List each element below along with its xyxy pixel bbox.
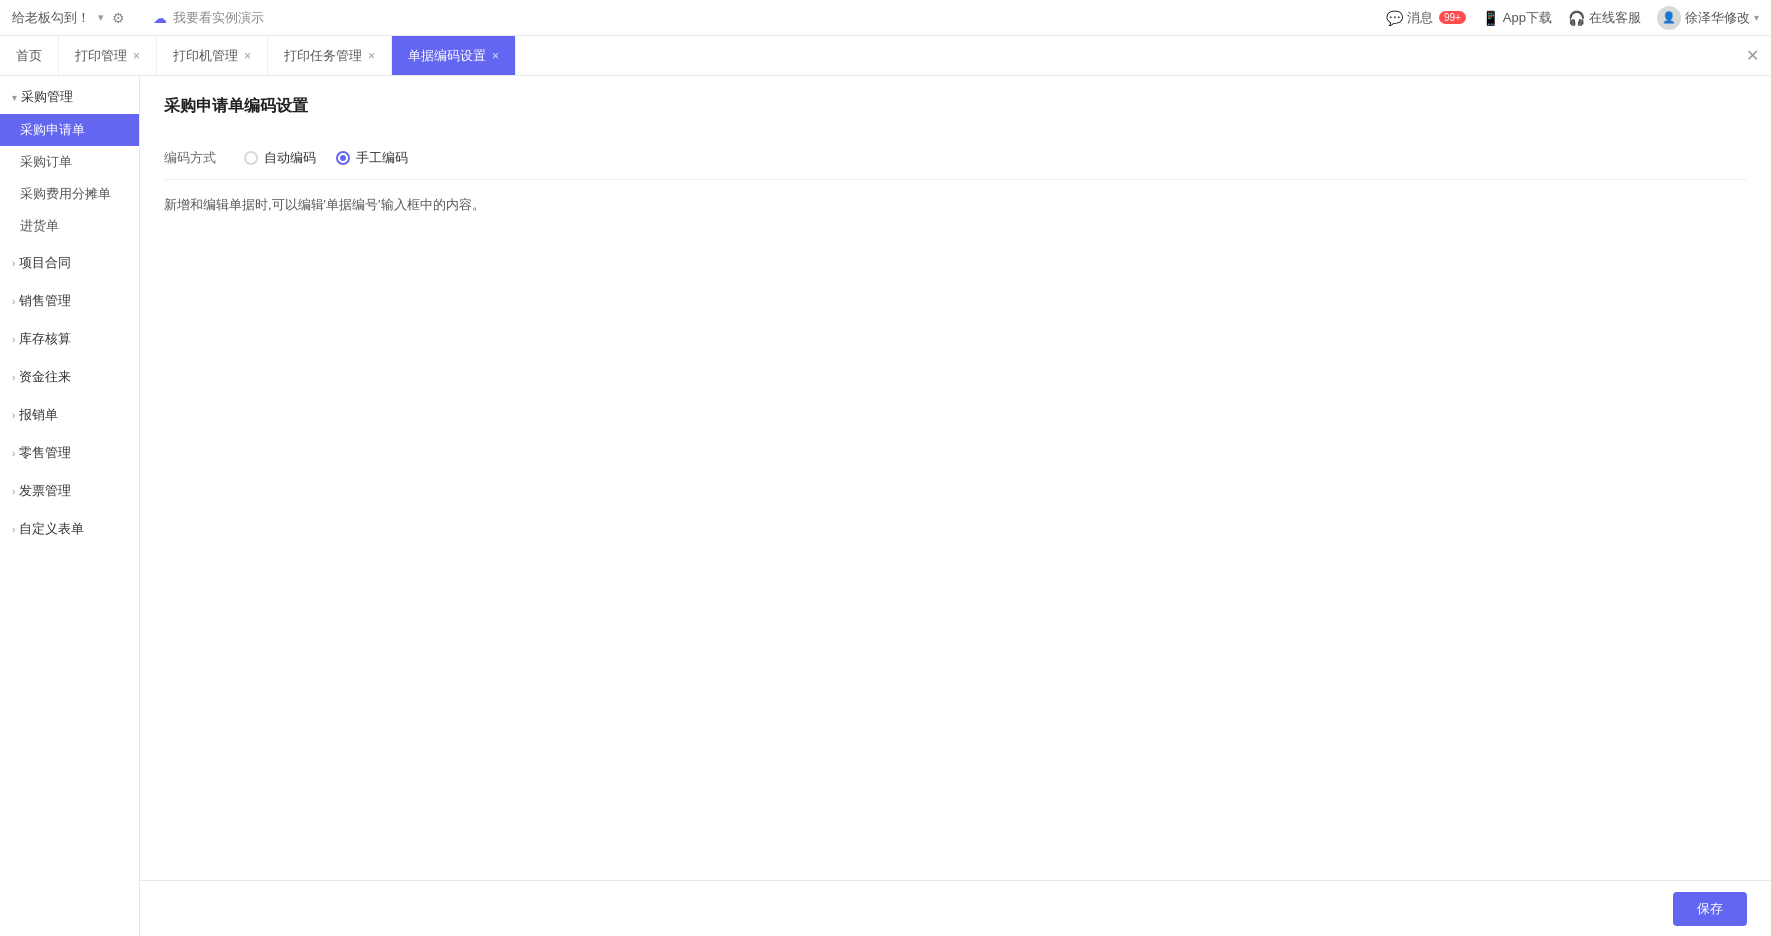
sidebar-group-purchase-mgmt: ▾ 采购管理 采购申请单 采购订单 采购费用分摊单 进货单 <box>0 80 139 242</box>
tab-bar: 首页 打印管理 × 打印机管理 × 打印任务管理 × 单据编码设置 × ✕ <box>0 36 1771 76</box>
tab-close-print-task-mgmt[interactable]: × <box>368 50 375 62</box>
sidebar-group-title-purchase-mgmt[interactable]: ▾ 采购管理 <box>0 80 139 114</box>
radio-manual-label: 手工编码 <box>356 149 408 167</box>
user-chevron-icon: ▾ <box>1754 12 1759 23</box>
sidebar-group-label-fund-flow: 资金往来 <box>19 368 71 386</box>
sidebar-group-project-contract: › 项目合同 <box>0 246 139 280</box>
radio-auto-label: 自动编码 <box>264 149 316 167</box>
encoding-row: 编码方式 自动编码 手工编码 <box>164 137 1747 180</box>
content-area: 采购申请单编码设置 编码方式 自动编码 手工编码 <box>140 76 1771 936</box>
app-download-button[interactable]: 📱 App下载 <box>1482 9 1552 27</box>
collapse-icon-fund: › <box>12 372 15 383</box>
tab-doc-code-settings[interactable]: 单据编码设置 × <box>392 36 516 75</box>
radio-manual-circle <box>336 151 350 165</box>
expand-icon: ▾ <box>12 92 17 103</box>
sidebar-group-label-invoice-mgmt: 发票管理 <box>19 482 71 500</box>
top-bar: 给老板勾到！ ▾ ⚙ ☁ 我要看实例演示 💬 消息 99+ 📱 App下载 🎧 … <box>0 0 1771 36</box>
brand-label: 给老板勾到！ <box>12 9 90 27</box>
collapse-icon-retail: › <box>12 448 15 459</box>
printer-mgmt-tab-label: 打印机管理 <box>173 47 238 65</box>
tab-printer-mgmt[interactable]: 打印机管理 × <box>157 36 268 75</box>
sidebar-group-label-retail-mgmt: 零售管理 <box>19 444 71 462</box>
sidebar-group-invoice-mgmt: › 发票管理 <box>0 474 139 508</box>
main-layout: ▾ 采购管理 采购申请单 采购订单 采购费用分摊单 进货单 › 项目合同 › 销… <box>0 76 1771 936</box>
sidebar-group-title-custom-forms[interactable]: › 自定义表单 <box>0 512 139 546</box>
online-support-label: 在线客服 <box>1589 9 1641 27</box>
radio-item-manual[interactable]: 手工编码 <box>336 149 408 167</box>
radio-auto-circle <box>244 151 258 165</box>
top-bar-right: 💬 消息 99+ 📱 App下载 🎧 在线客服 👤 徐泽华修改 ▾ <box>1386 6 1759 30</box>
sidebar-group-retail-mgmt: › 零售管理 <box>0 436 139 470</box>
sidebar-item-purchase-order[interactable]: 采购订单 <box>0 146 139 178</box>
user-name: 徐泽华修改 <box>1685 9 1750 27</box>
collapse-icon: › <box>12 258 15 269</box>
tab-close-doc-code-settings[interactable]: × <box>492 50 499 62</box>
radio-group-encoding: 自动编码 手工编码 <box>244 149 408 167</box>
sidebar-group-label-sales-mgmt: 销售管理 <box>19 292 71 310</box>
top-bar-left: 给老板勾到！ ▾ ⚙ ☁ 我要看实例演示 <box>12 9 264 27</box>
avatar: 👤 <box>1657 6 1681 30</box>
search-placeholder-text: 我要看实例演示 <box>173 9 264 27</box>
sidebar-group-custom-forms: › 自定义表单 <box>0 512 139 546</box>
collapse-icon-custom: › <box>12 524 15 535</box>
gear-icon[interactable]: ⚙ <box>112 10 125 26</box>
headset-icon: 🎧 <box>1568 10 1585 26</box>
sidebar-group-label-purchase-mgmt: 采购管理 <box>21 88 73 106</box>
info-text: 新增和编辑单据时,可以编辑'单据编号'输入框中的内容。 <box>164 196 1747 214</box>
sidebar-group-label-inventory: 库存核算 <box>19 330 71 348</box>
sidebar-item-purchase-request[interactable]: 采购申请单 <box>0 114 139 146</box>
sidebar-group-label-project-contract: 项目合同 <box>19 254 71 272</box>
cloud-icon: ☁ <box>153 10 167 26</box>
sidebar-group-title-invoice-mgmt[interactable]: › 发票管理 <box>0 474 139 508</box>
radio-item-auto[interactable]: 自动编码 <box>244 149 316 167</box>
messages-button[interactable]: 💬 消息 99+ <box>1386 9 1466 27</box>
doc-code-settings-tab-label: 单据编码设置 <box>408 47 486 65</box>
sidebar-group-label-custom-forms: 自定义表单 <box>19 520 84 538</box>
collapse-icon-inventory: › <box>12 334 15 345</box>
user-profile[interactable]: 👤 徐泽华修改 ▾ <box>1657 6 1759 30</box>
sidebar-group-title-returns[interactable]: › 报销单 <box>0 398 139 432</box>
sidebar-group-title-inventory[interactable]: › 库存核算 <box>0 322 139 356</box>
sidebar-group-fund-flow: › 资金往来 <box>0 360 139 394</box>
tab-close-printer-mgmt[interactable]: × <box>244 50 251 62</box>
print-mgmt-tab-label: 打印管理 <box>75 47 127 65</box>
sidebar-item-purchase-expense[interactable]: 采购费用分摊单 <box>0 178 139 210</box>
print-task-mgmt-tab-label: 打印任务管理 <box>284 47 362 65</box>
messages-badge: 99+ <box>1439 11 1466 24</box>
save-button[interactable]: 保存 <box>1673 892 1747 926</box>
sidebar-group-title-retail-mgmt[interactable]: › 零售管理 <box>0 436 139 470</box>
sidebar-item-goods-receipt[interactable]: 进货单 <box>0 210 139 242</box>
sidebar-group-inventory: › 库存核算 <box>0 322 139 356</box>
chevron-down-icon[interactable]: ▾ <box>98 11 104 24</box>
page-title: 采购申请单编码设置 <box>164 96 1747 117</box>
messages-label: 消息 <box>1407 9 1433 27</box>
collapse-icon-returns: › <box>12 410 15 421</box>
home-tab-label: 首页 <box>16 47 42 65</box>
tab-close-print-mgmt[interactable]: × <box>133 50 140 62</box>
global-close-button[interactable]: ✕ <box>1734 36 1771 75</box>
app-download-label: App下载 <box>1503 9 1552 27</box>
content-inner: 采购申请单编码设置 编码方式 自动编码 手工编码 <box>140 76 1771 880</box>
sidebar-group-sales-mgmt: › 销售管理 <box>0 284 139 318</box>
sidebar-group-title-project-contract[interactable]: › 项目合同 <box>0 246 139 280</box>
sidebar-group-label-returns: 报销单 <box>19 406 58 424</box>
app-icon: 📱 <box>1482 10 1499 26</box>
collapse-icon-invoice: › <box>12 486 15 497</box>
online-support-button[interactable]: 🎧 在线客服 <box>1568 9 1641 27</box>
content-footer: 保存 <box>140 880 1771 936</box>
sidebar-group-title-sales-mgmt[interactable]: › 销售管理 <box>0 284 139 318</box>
search-bar[interactable]: ☁ 我要看实例演示 <box>153 9 264 27</box>
encoding-label: 编码方式 <box>164 149 224 167</box>
message-icon: 💬 <box>1386 10 1403 26</box>
sidebar: ▾ 采购管理 采购申请单 采购订单 采购费用分摊单 进货单 › 项目合同 › 销… <box>0 76 140 936</box>
tab-print-mgmt[interactable]: 打印管理 × <box>59 36 157 75</box>
collapse-icon-sales: › <box>12 296 15 307</box>
sidebar-group-title-fund-flow[interactable]: › 资金往来 <box>0 360 139 394</box>
tab-home[interactable]: 首页 <box>0 36 59 75</box>
sidebar-group-returns: › 报销单 <box>0 398 139 432</box>
tab-print-task-mgmt[interactable]: 打印任务管理 × <box>268 36 392 75</box>
